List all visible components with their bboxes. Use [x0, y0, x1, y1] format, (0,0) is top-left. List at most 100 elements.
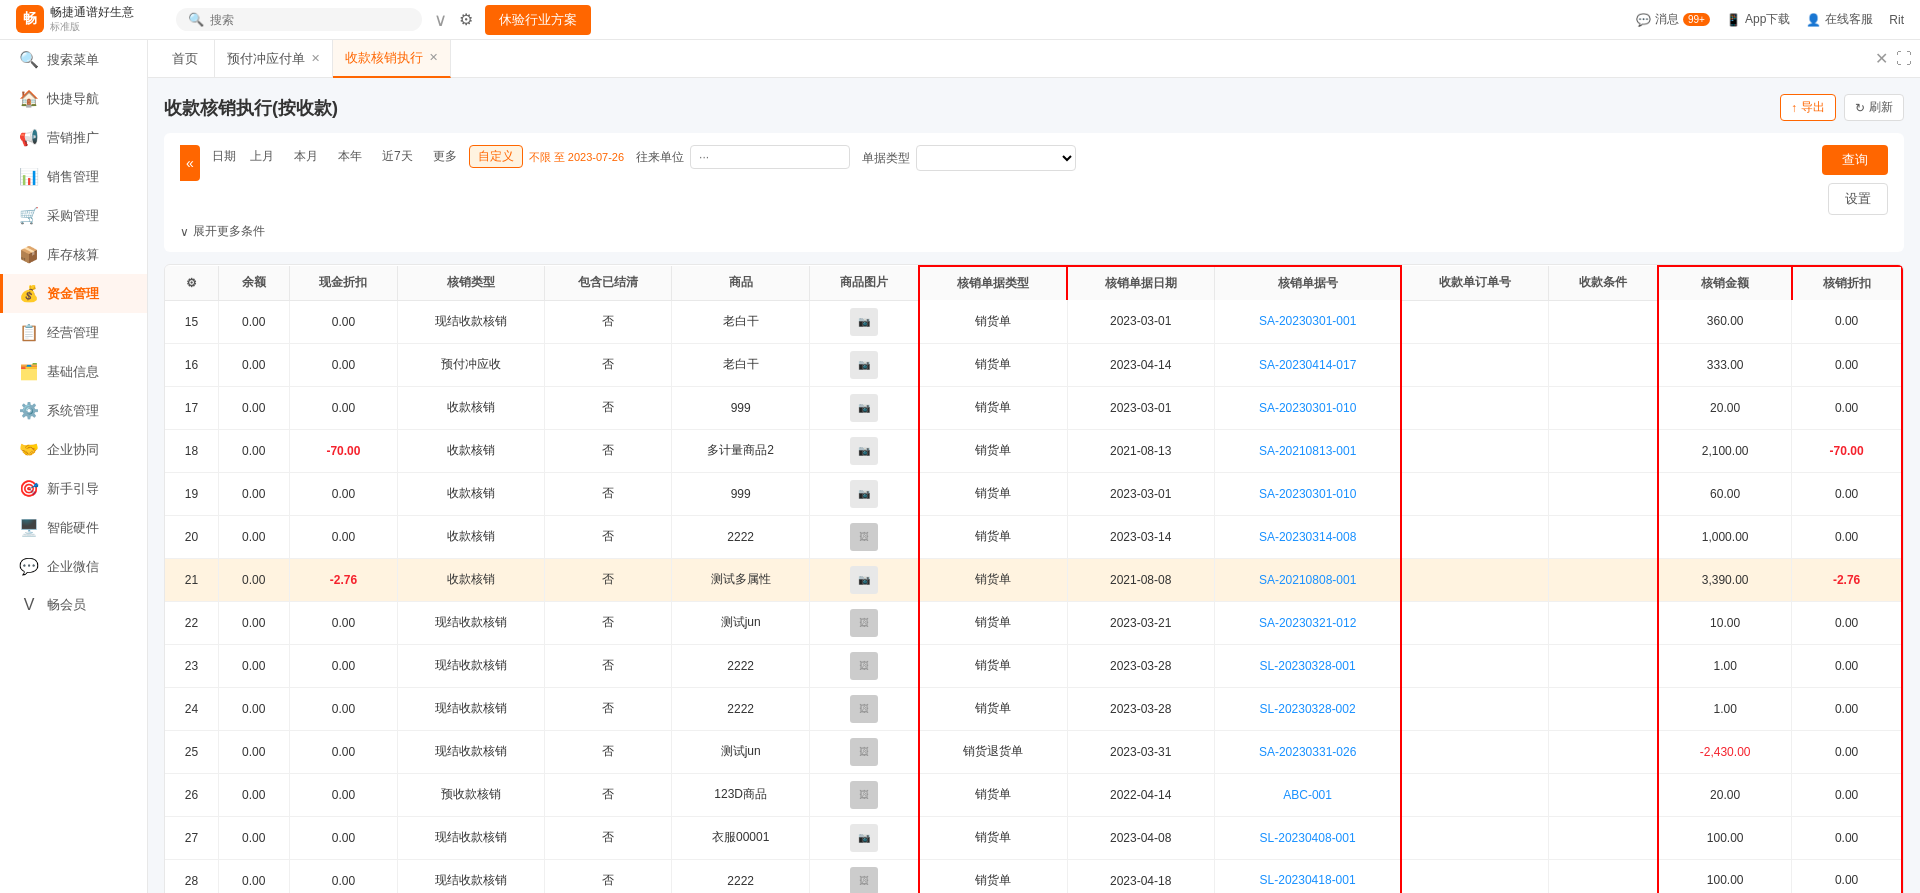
bill-no-link[interactable]: ABC-001	[1283, 788, 1332, 802]
bill-type-select[interactable]	[916, 145, 1076, 171]
date-option-custom[interactable]: 自定义	[469, 145, 523, 168]
bill-no-link[interactable]: SA-20210813-001	[1259, 444, 1356, 458]
tab-prepay[interactable]: 预付冲应付单 ✕	[215, 40, 333, 78]
bill-no-link[interactable]: SL-20230418-001	[1260, 873, 1356, 887]
cell-bill-type: 销货单	[919, 472, 1067, 515]
cell-id: 28	[165, 859, 218, 893]
notification-item[interactable]: 💬 消息 99+	[1636, 11, 1710, 28]
partner-input[interactable]	[690, 145, 850, 169]
sidebar-item-marketing[interactable]: 📢 营销推广	[0, 118, 147, 157]
export-button[interactable]: ↑ 导出	[1780, 94, 1836, 121]
th-settings[interactable]: ⚙	[165, 266, 218, 300]
sidebar-item-collab[interactable]: 🤝 企业协同	[0, 430, 147, 469]
product-image: 🖼	[850, 695, 878, 723]
bill-no-link[interactable]: SA-20230331-026	[1259, 745, 1356, 759]
cell-discount: -70.00	[1792, 429, 1902, 472]
cell-type: 收款核销	[398, 472, 544, 515]
sidebar-item-nav[interactable]: 🏠 快捷导航	[0, 79, 147, 118]
date-option-last-month[interactable]: 上月	[242, 146, 282, 167]
table-row: 28 0.00 0.00 现结收款核销 否 2222 🖼 销货单 2023-04…	[165, 859, 1902, 893]
expand-more-row[interactable]: ∨ 展开更多条件	[180, 223, 1888, 240]
cell-balance: 0.00	[218, 429, 289, 472]
sidebar-item-finance[interactable]: 💰 资金管理	[0, 274, 147, 313]
table-row: 22 0.00 0.00 现结收款核销 否 测试jun 🖼 销货单 2023-0…	[165, 601, 1902, 644]
solution-button[interactable]: 休验行业方案	[485, 5, 591, 35]
guide-icon: 🎯	[19, 479, 39, 498]
cell-condition	[1549, 773, 1658, 816]
cell-product-img: 🖼	[810, 687, 919, 730]
query-button[interactable]: 查询	[1822, 145, 1888, 175]
expand-down-icon: ∨	[180, 225, 189, 239]
table-row: 19 0.00 0.00 收款核销 否 999 📷 销货单 2023-03-01…	[165, 472, 1902, 515]
bill-no-link[interactable]: SL-20230408-001	[1260, 831, 1356, 845]
tab-writeoff-close-icon[interactable]: ✕	[429, 51, 438, 64]
date-option-this-year[interactable]: 本年	[330, 146, 370, 167]
th-discount: 核销折扣	[1792, 266, 1902, 300]
sidebar-item-wechat[interactable]: 💬 企业微信	[0, 547, 147, 586]
tab-bar: 首页 预付冲应付单 ✕ 收款核销执行 ✕ ✕ ⛶	[148, 40, 1920, 78]
refresh-button[interactable]: ↻ 刷新	[1844, 94, 1904, 121]
collapse-button[interactable]: «	[180, 145, 200, 181]
cell-included: 否	[544, 386, 672, 429]
cell-included: 否	[544, 644, 672, 687]
bill-no-link[interactable]: SA-20230301-010	[1259, 487, 1356, 501]
cell-id: 16	[165, 343, 218, 386]
bill-no-link[interactable]: SA-20230301-001	[1259, 314, 1356, 328]
cell-condition	[1549, 730, 1658, 773]
dropdown-chevron-icon[interactable]: ∨	[434, 9, 447, 31]
bill-no-link[interactable]: SA-20230414-017	[1259, 358, 1356, 372]
sidebar-item-operations[interactable]: 📋 经营管理	[0, 313, 147, 352]
product-image: 📷	[850, 480, 878, 508]
tab-fullscreen-icon[interactable]: ⛶	[1896, 50, 1912, 68]
bill-no-link[interactable]: SL-20230328-001	[1260, 659, 1356, 673]
cell-amount: 60.00	[1658, 472, 1792, 515]
th-product-img: 商品图片	[810, 266, 919, 300]
sidebar-item-system[interactable]: ⚙️ 系统管理	[0, 391, 147, 430]
cell-amount: 100.00	[1658, 816, 1792, 859]
sidebar-item-basic[interactable]: 🗂️ 基础信息	[0, 352, 147, 391]
cell-included: 否	[544, 558, 672, 601]
date-option-7days[interactable]: 近7天	[374, 146, 421, 167]
cell-product: 2222	[672, 859, 810, 893]
tab-prepay-close-icon[interactable]: ✕	[311, 52, 320, 65]
page-content: 收款核销执行(按收款) ↑ 导出 ↻ 刷新 «	[148, 78, 1920, 893]
bill-no-link[interactable]: SA-20230301-010	[1259, 401, 1356, 415]
bill-no-link[interactable]: SA-20230314-008	[1259, 530, 1356, 544]
setting-button[interactable]: 设置	[1828, 183, 1888, 215]
cell-product-img: 🖼	[810, 859, 919, 893]
tab-writeoff[interactable]: 收款核销执行 ✕	[333, 40, 451, 78]
online-service-item[interactable]: 👤 在线客服	[1806, 11, 1873, 28]
cell-product: 测试jun	[672, 601, 810, 644]
sales-icon: 📊	[19, 167, 39, 186]
sidebar-item-purchase[interactable]: 🛒 采购管理	[0, 196, 147, 235]
member-icon: V	[19, 596, 39, 614]
cell-order-no	[1401, 472, 1548, 515]
search-bar[interactable]: 🔍	[176, 8, 422, 31]
bill-no-link[interactable]: SL-20230328-002	[1260, 702, 1356, 716]
hardware-icon: 🖥️	[19, 518, 39, 537]
date-option-this-month[interactable]: 本月	[286, 146, 326, 167]
sidebar-item-guide[interactable]: 🎯 新手引导	[0, 469, 147, 508]
product-image: 📷	[850, 308, 878, 336]
cell-bill-type: 销货单	[919, 429, 1067, 472]
user-item[interactable]: Rit	[1889, 13, 1904, 27]
sidebar-item-member[interactable]: V 畅会员	[0, 586, 147, 624]
date-option-more[interactable]: 更多	[425, 146, 465, 167]
bill-no-link[interactable]: SA-20210808-001	[1259, 573, 1356, 587]
product-image: 📷	[850, 566, 878, 594]
cell-amount: 20.00	[1658, 386, 1792, 429]
sidebar-item-inventory[interactable]: 📦 库存核算	[0, 235, 147, 274]
search-input[interactable]	[210, 13, 410, 27]
cell-order-no	[1401, 644, 1548, 687]
sidebar-item-search[interactable]: 🔍 搜索菜单	[0, 40, 147, 79]
gear-icon[interactable]: ⚙	[459, 10, 473, 29]
cell-condition	[1549, 300, 1658, 343]
bill-no-link[interactable]: SA-20230321-012	[1259, 616, 1356, 630]
app-download-item[interactable]: 📱 App下载	[1726, 11, 1790, 28]
tab-home[interactable]: 首页	[156, 40, 215, 78]
sidebar-item-sales[interactable]: 📊 销售管理	[0, 157, 147, 196]
tab-close-all-icon[interactable]: ✕	[1875, 49, 1888, 68]
th-bill-no: 核销单据号	[1214, 266, 1401, 300]
sidebar-item-hardware[interactable]: 🖥️ 智能硬件	[0, 508, 147, 547]
cell-cash-discount: 0.00	[289, 644, 398, 687]
